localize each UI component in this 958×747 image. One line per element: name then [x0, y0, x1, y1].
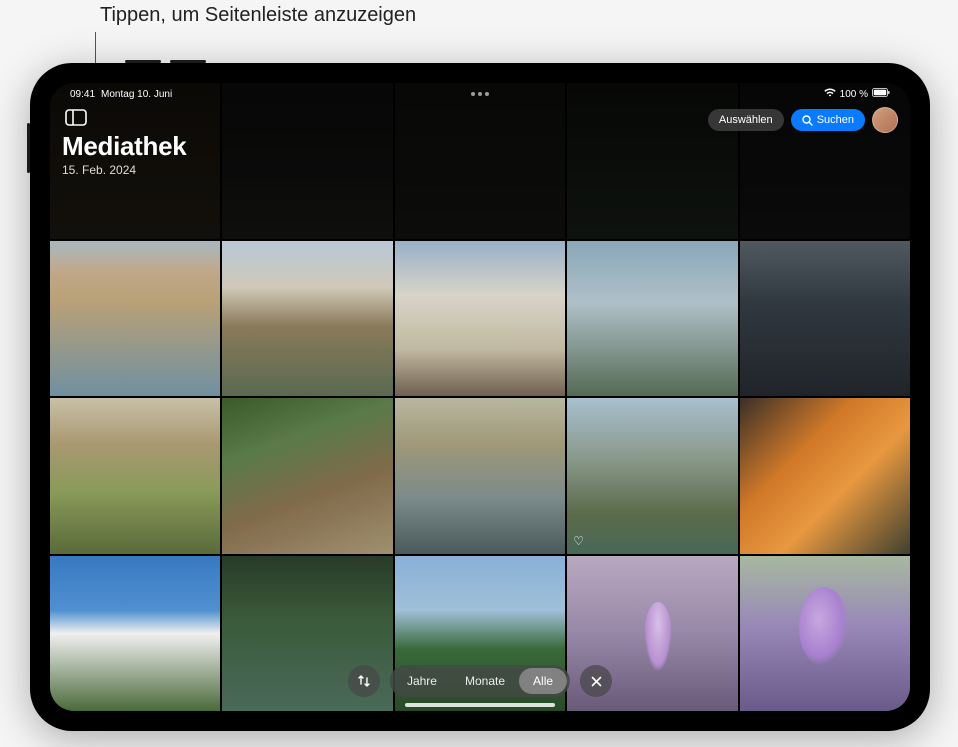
close-button[interactable] — [580, 665, 612, 697]
photo-thumbnail[interactable] — [740, 241, 910, 397]
photo-thumbnail[interactable] — [395, 83, 565, 239]
select-button[interactable]: Auswählen — [708, 109, 784, 131]
segment-all[interactable]: Alle — [519, 668, 567, 694]
screen: 09:41 Montag 10. Juni 100 % — [50, 83, 910, 711]
page-subtitle: 15. Feb. 2024 — [62, 163, 186, 177]
status-time: 09:41 — [70, 89, 95, 100]
photo-thumbnail[interactable] — [50, 241, 220, 397]
heart-icon: ♡ — [573, 534, 584, 548]
callout-text: Tippen, um Seitenleiste anzuzeigen — [100, 4, 416, 27]
select-label: Auswählen — [719, 114, 773, 126]
photo-thumbnail[interactable] — [740, 556, 910, 712]
photo-thumbnail[interactable] — [567, 241, 737, 397]
photo-thumbnail[interactable] — [222, 241, 392, 397]
photo-thumbnail[interactable] — [50, 398, 220, 554]
home-indicator[interactable] — [405, 703, 555, 707]
ipad-physical-button — [170, 60, 206, 63]
avatar[interactable] — [872, 107, 898, 133]
battery-icon — [872, 88, 890, 100]
sidebar-toggle-button[interactable] — [62, 105, 90, 129]
photo-thumbnail[interactable] — [222, 398, 392, 554]
more-icon[interactable] — [471, 92, 489, 96]
sort-icon — [357, 674, 371, 688]
ipad-frame: 09:41 Montag 10. Juni 100 % — [30, 63, 930, 731]
sidebar-icon — [65, 109, 87, 126]
ipad-physical-button — [27, 123, 30, 173]
photo-thumbnail[interactable] — [740, 398, 910, 554]
photo-thumbnail[interactable] — [395, 241, 565, 397]
sort-button[interactable] — [348, 665, 380, 697]
ipad-physical-button — [125, 60, 161, 63]
search-label: Suchen — [817, 114, 854, 126]
photo-thumbnail[interactable] — [50, 556, 220, 712]
view-segmented-control: Jahre Monate Alle — [390, 665, 570, 697]
photo-grid: ♡ — [50, 83, 910, 711]
segment-years[interactable]: Jahre — [393, 668, 451, 694]
status-date: Montag 10. Juni — [101, 89, 172, 100]
photo-thumbnail[interactable]: ♡ — [567, 398, 737, 554]
page-title: Mediathek — [62, 131, 186, 162]
photo-thumbnail[interactable] — [222, 83, 392, 239]
status-bar: 09:41 Montag 10. Juni 100 % — [50, 83, 910, 105]
wifi-icon — [824, 88, 836, 100]
photo-thumbnail[interactable] — [395, 398, 565, 554]
search-button[interactable]: Suchen — [791, 109, 865, 131]
segment-months[interactable]: Monate — [451, 668, 519, 694]
status-battery: 100 % — [840, 89, 868, 100]
search-icon — [802, 115, 813, 126]
close-icon — [591, 676, 602, 687]
